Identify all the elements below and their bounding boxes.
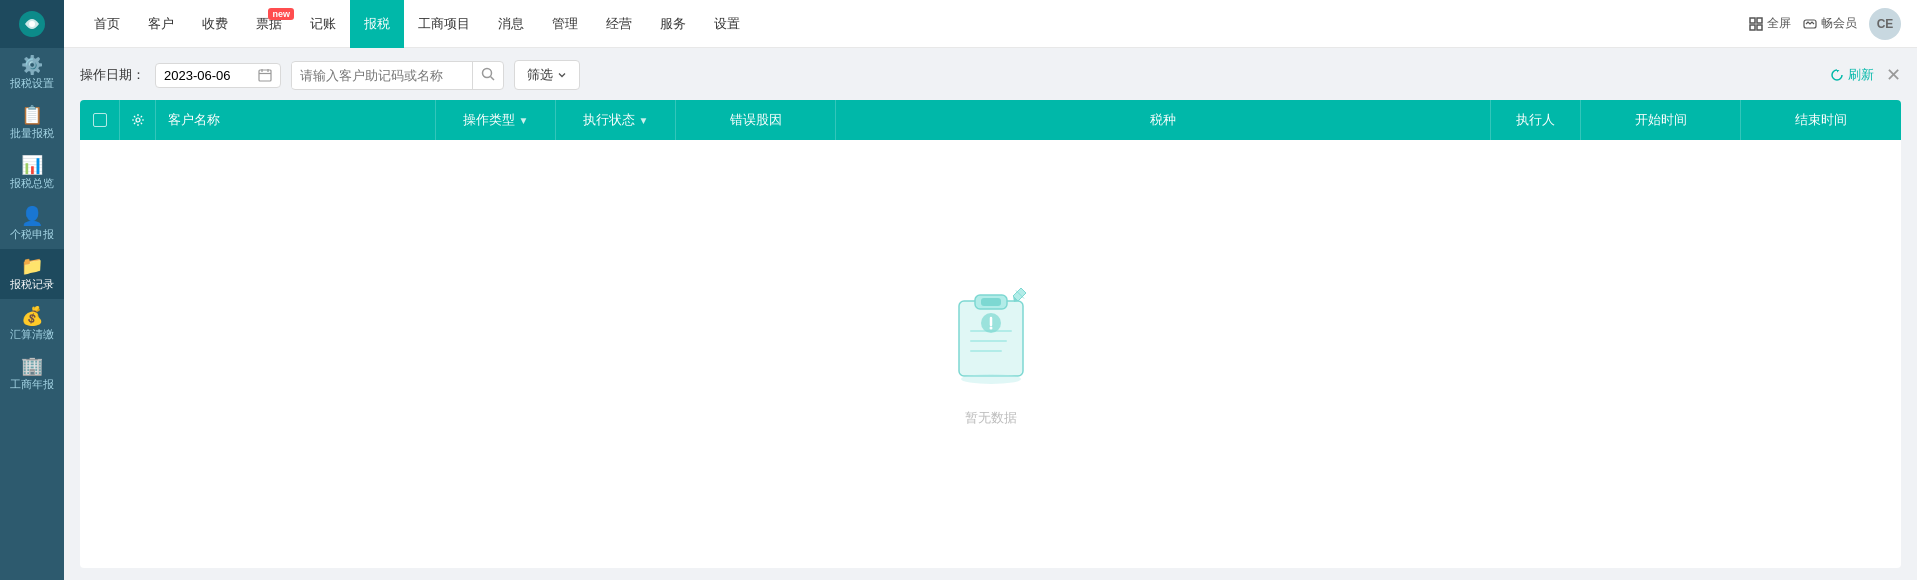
nav-item-guanli[interactable]: 管理	[538, 0, 592, 48]
th-op-type[interactable]: 操作类型 ▼	[436, 100, 556, 140]
nav-item-shoufei[interactable]: 收费	[188, 0, 242, 48]
sidebar-item-label: 报税设置	[10, 77, 54, 90]
empty-text: 暂无数据	[965, 409, 1017, 427]
th-settings[interactable]	[120, 100, 156, 140]
chevron-down-icon	[557, 70, 567, 80]
sidebar-item-baoshuishezhi[interactable]: ⚙️ 报税设置	[0, 48, 64, 98]
date-label: 操作日期：	[80, 66, 145, 84]
sidebar: ⚙️ 报税设置 📋 批量报税 📊 报税总览 👤 个税申报 📁 报税记录 💰 汇算…	[0, 0, 64, 580]
sidebar-item-label: 报税记录	[10, 278, 54, 291]
sidebar-item-label: 工商年报	[10, 378, 54, 391]
nav-item-gongshangxiangmu[interactable]: 工商项目	[404, 0, 484, 48]
svg-rect-5	[1757, 25, 1762, 30]
baoshuijilu-icon: 📁	[21, 257, 43, 275]
sidebar-item-gongshangnianibao[interactable]: 🏢 工商年报	[0, 349, 64, 399]
top-navigation: 首页 客户 收费 票据 new 记账 报税 工商项目 消息 管理 经营	[64, 0, 1917, 48]
svg-rect-14	[959, 301, 1023, 376]
toolbar: 操作日期： 筛选	[80, 60, 1901, 90]
svg-rect-16	[981, 298, 1001, 306]
close-button[interactable]: ✕	[1886, 66, 1901, 84]
search-input[interactable]	[292, 63, 472, 88]
sidebar-item-geshuishenbao[interactable]: 👤 个税申报	[0, 199, 64, 249]
sidebar-item-baoshuizonglan[interactable]: 📊 报税总览	[0, 148, 64, 198]
settings-icon	[131, 113, 145, 127]
sidebar-item-label: 批量报税	[10, 127, 54, 140]
sidebar-item-label: 汇算清缴	[10, 328, 54, 341]
sort-icon-op-type: ▼	[519, 115, 529, 126]
huisuanjiaofa-icon: 💰	[21, 307, 43, 325]
svg-point-13	[136, 118, 140, 122]
sidebar-item-label: 报税总览	[10, 177, 54, 190]
nav-item-baoshui[interactable]: 报税	[350, 0, 404, 48]
search-wrap	[291, 61, 504, 90]
toolbar-right: 刷新 ✕	[1830, 66, 1901, 84]
sidebar-item-baoshuijilu[interactable]: 📁 报税记录	[0, 249, 64, 299]
svg-rect-2	[1750, 18, 1755, 23]
th-end-time: 结束时间	[1741, 100, 1901, 140]
data-table: 客户名称 操作类型 ▼ 执行状态 ▼ 错误股因 税种 执行人	[80, 100, 1901, 568]
nav-item-fuwu[interactable]: 服务	[646, 0, 700, 48]
topnav-right: 全屏 畅会员 CE	[1749, 8, 1901, 40]
svg-rect-3	[1757, 18, 1762, 23]
fullscreen-button[interactable]: 全屏	[1749, 15, 1791, 32]
th-start-time: 开始时间	[1581, 100, 1741, 140]
svg-rect-4	[1750, 25, 1755, 30]
filter-button[interactable]: 筛选	[514, 60, 580, 90]
search-button[interactable]	[472, 62, 503, 89]
content-area: 操作日期： 筛选	[64, 48, 1917, 580]
th-status[interactable]: 执行状态 ▼	[556, 100, 676, 140]
nav-item-kehu[interactable]: 客户	[134, 0, 188, 48]
date-input[interactable]	[164, 68, 254, 83]
nav-item-shouye[interactable]: 首页	[80, 0, 134, 48]
refresh-button[interactable]: 刷新	[1830, 66, 1874, 84]
svg-point-22	[989, 327, 992, 330]
baoshuizonglan-icon: 📊	[21, 156, 43, 174]
nav-item-piaoju[interactable]: 票据 new	[242, 0, 296, 48]
sidebar-item-huisuanjiaofa[interactable]: 💰 汇算清缴	[0, 299, 64, 349]
refresh-icon	[1830, 68, 1844, 82]
empty-state: 暂无数据	[80, 140, 1901, 568]
sidebar-logo	[0, 0, 64, 48]
th-customer-name: 客户名称	[156, 100, 436, 140]
svg-rect-7	[259, 70, 271, 81]
nav-item-shezhi[interactable]: 设置	[700, 0, 754, 48]
table-header: 客户名称 操作类型 ▼ 执行状态 ▼ 错误股因 税种 执行人	[80, 100, 1901, 140]
main-area: 首页 客户 收费 票据 new 记账 报税 工商项目 消息 管理 经营	[64, 0, 1917, 580]
empty-illustration	[931, 281, 1051, 401]
sidebar-item-label: 个税申报	[10, 228, 54, 241]
svg-line-12	[491, 76, 495, 80]
th-error: 错误股因	[676, 100, 836, 140]
svg-point-11	[483, 68, 492, 77]
vip-icon	[1803, 17, 1817, 31]
fullscreen-icon	[1749, 17, 1763, 31]
header-checkbox[interactable]	[93, 113, 107, 127]
th-tax: 税种	[836, 100, 1491, 140]
svg-point-24	[961, 374, 1021, 384]
th-executor: 执行人	[1491, 100, 1581, 140]
baoshuishezhi-icon: ⚙️	[21, 56, 43, 74]
piaoju-badge: new	[268, 8, 294, 20]
nav-item-jingying[interactable]: 经营	[592, 0, 646, 48]
search-icon	[481, 67, 495, 81]
svg-point-1	[29, 21, 35, 27]
pilianbaoshui-icon: 📋	[21, 106, 43, 124]
vip-button[interactable]: 畅会员	[1803, 15, 1857, 32]
date-picker[interactable]	[155, 63, 281, 88]
user-avatar[interactable]: CE	[1869, 8, 1901, 40]
nav-item-xiaoxi[interactable]: 消息	[484, 0, 538, 48]
sort-icon-status: ▼	[639, 115, 649, 126]
geshuishenbao-icon: 👤	[21, 207, 43, 225]
th-checkbox[interactable]	[80, 100, 120, 140]
nav-item-jizhang[interactable]: 记账	[296, 0, 350, 48]
calendar-icon	[258, 68, 272, 82]
gongshangnianibao-icon: 🏢	[21, 357, 43, 375]
sidebar-item-pilianbaoshui[interactable]: 📋 批量报税	[0, 98, 64, 148]
